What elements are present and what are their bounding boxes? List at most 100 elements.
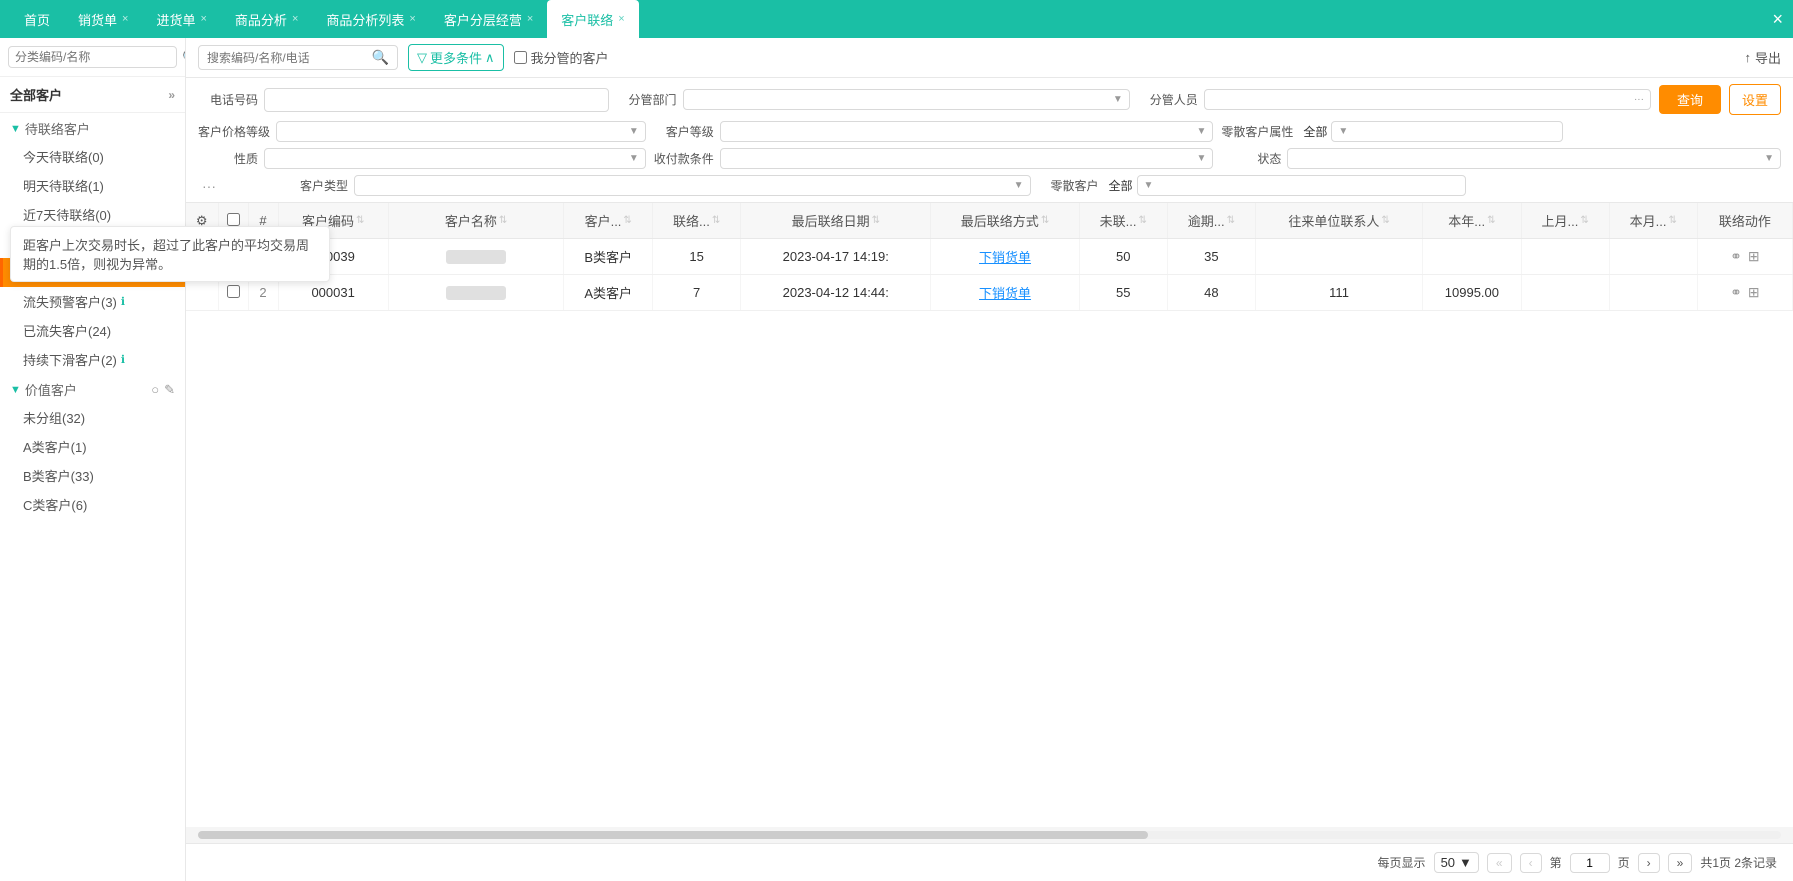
sidebar-item-class-b[interactable]: B类客户(33) <box>0 461 185 490</box>
select-all-checkbox[interactable] <box>227 213 240 226</box>
retail-customer-label: 零散客户 <box>1039 177 1099 194</box>
row2-checkbox[interactable] <box>227 285 240 298</box>
payment-select[interactable]: ▼ <box>720 148 1214 169</box>
col-level[interactable]: 客户... ⇅ <box>564 203 653 239</box>
person-select[interactable]: ··· <box>1204 89 1651 110</box>
col-un-contact[interactable]: 未联... ⇅ <box>1079 203 1167 239</box>
sort-icon-last-date[interactable]: ⇅ <box>872 215 880 226</box>
col-last-month[interactable]: 上月... ⇅ <box>1521 203 1609 239</box>
row2-this-year: 10995.00 <box>1423 275 1521 311</box>
filter-customer-type: 客户类型 ▼ <box>288 175 1031 196</box>
first-page-btn[interactable]: « <box>1487 853 1512 873</box>
col-overdue[interactable]: 逾期... ⇅ <box>1167 203 1255 239</box>
sidebar-item-class-a[interactable]: A类客户(1) <box>0 432 185 461</box>
my-customers-checkbox[interactable] <box>514 51 527 64</box>
sidebar-item-already-lost[interactable]: 已流失客户(24) <box>0 316 185 345</box>
nav-item-product-list[interactable]: 商品分析列表 × <box>312 0 429 38</box>
group-value-edit-icon[interactable]: ○ <box>151 382 159 398</box>
more-conditions-arrow: ∧ <box>485 50 495 66</box>
status-select[interactable]: ▼ <box>1287 148 1781 169</box>
sort-icon-contact[interactable]: ⇅ <box>712 215 720 226</box>
sort-icon-this-year[interactable]: ⇅ <box>1487 215 1495 226</box>
sort-icon-level[interactable]: ⇅ <box>623 215 631 226</box>
sidebar-item-today[interactable]: 今天待联络(0) <box>0 142 185 171</box>
sidebar-item-hold-down[interactable]: 持续下滑客户(2) ℹ <box>0 345 185 374</box>
sidebar-item-7days[interactable]: 近7天待联络(0) <box>0 200 185 229</box>
phone-input[interactable] <box>264 88 609 112</box>
sort-icon-code[interactable]: ⇅ <box>356 215 364 226</box>
row1-last-method-link[interactable]: 下销货单 <box>979 250 1031 265</box>
horizontal-scrollbar[interactable] <box>198 831 1781 839</box>
row1-link-icon[interactable]: ⚭ <box>1730 248 1742 265</box>
my-customers-checkbox-label[interactable]: 我分管的客户 <box>514 48 609 67</box>
window-close-button[interactable]: × <box>1772 10 1783 28</box>
row2-last-method[interactable]: 下销货单 <box>931 275 1079 311</box>
price-level-select[interactable]: ▼ <box>276 121 646 142</box>
filter-dots[interactable]: ··· <box>198 178 220 194</box>
nav-item-sales[interactable]: 销货单 × <box>64 0 142 38</box>
col-this-year[interactable]: 本年... ⇅ <box>1423 203 1521 239</box>
lost-preview-info-icon[interactable]: ℹ <box>121 295 125 308</box>
nav-item-purchase[interactable]: 进货单 × <box>142 0 220 38</box>
arrow-icon: ▼ <box>10 123 21 135</box>
gender-select[interactable]: ▼ <box>264 148 646 169</box>
sidebar-item-ungroued[interactable]: 未分组(32) <box>0 403 185 432</box>
nav-close-product-list[interactable]: × <box>409 13 415 25</box>
nav-close-sales[interactable]: × <box>122 13 128 25</box>
top-navigation: 首页 销货单 × 进货单 × 商品分析 × 商品分析列表 × 客户分层经营 × … <box>0 0 1793 38</box>
nav-item-product-analysis[interactable]: 商品分析 × <box>221 0 312 38</box>
customer-type-select[interactable]: ▼ <box>354 175 1031 196</box>
sidebar-collapse-btn[interactable]: » <box>168 88 175 102</box>
retail-attr-select[interactable]: ▼ <box>1331 121 1563 142</box>
nav-item-customer-segmentation[interactable]: 客户分层经营 × <box>430 0 547 38</box>
sidebar-item-class-c[interactable]: C类客户(6) <box>0 490 185 519</box>
nav-item-home[interactable]: 首页 <box>10 0 64 38</box>
row1-last-method[interactable]: 下销货单 <box>931 239 1079 275</box>
row2-link-icon[interactable]: ⚭ <box>1730 284 1742 301</box>
group-value-settings-icon[interactable]: ✎ <box>164 382 175 398</box>
sidebar-group-pending[interactable]: ▼ 待联络客户 <box>0 113 185 142</box>
more-conditions-btn[interactable]: ▽ 更多条件 ∧ <box>408 44 504 71</box>
col-last-method[interactable]: 最后联络方式 ⇅ <box>931 203 1079 239</box>
sort-icon-overdue[interactable]: ⇅ <box>1227 215 1235 226</box>
retail-customer-select[interactable]: ▼ <box>1137 175 1466 196</box>
query-button[interactable]: 查询 <box>1659 85 1721 114</box>
sidebar-search-input[interactable] <box>8 46 177 68</box>
page-number-input[interactable] <box>1570 853 1610 873</box>
row2-last-method-link[interactable]: 下销货单 <box>979 286 1031 301</box>
sort-icon-contact-person[interactable]: ⇅ <box>1381 215 1389 226</box>
nav-item-customer-contact[interactable]: 客户联络 × <box>547 0 638 38</box>
customer-level-select[interactable]: ▼ <box>720 121 1214 142</box>
hold-down-info-icon[interactable]: ℹ <box>121 353 125 366</box>
col-this-month[interactable]: 本月... ⇅ <box>1609 203 1697 239</box>
filter-bar: 🔍 ▽ 更多条件 ∧ 我分管的客户 ↑ 导出 <box>186 38 1793 78</box>
row2-grid-icon[interactable]: ⊞ <box>1748 284 1760 301</box>
nav-close-product-analysis[interactable]: × <box>292 13 298 25</box>
sidebar-item-lost-preview[interactable]: 流失预警客户(3) ℹ <box>0 287 185 316</box>
nav-close-customer-contact[interactable]: × <box>618 13 624 25</box>
page-size-select[interactable]: 50 ▼ <box>1434 852 1479 873</box>
next-page-btn[interactable]: › <box>1638 853 1660 873</box>
sort-icon-un-contact[interactable]: ⇅ <box>1138 215 1146 226</box>
sort-icon-last-month[interactable]: ⇅ <box>1580 215 1588 226</box>
search-icon[interactable]: 🔍 <box>372 49 389 66</box>
sort-icon-last-method[interactable]: ⇅ <box>1041 215 1049 226</box>
setting-button[interactable]: 设置 <box>1729 84 1781 115</box>
col-last-date[interactable]: 最后联络日期 ⇅ <box>741 203 931 239</box>
col-contact-person[interactable]: 往来单位联系人 ⇅ <box>1255 203 1422 239</box>
prev-page-btn[interactable]: ‹ <box>1520 853 1542 873</box>
sort-icon-name[interactable]: ⇅ <box>499 215 507 226</box>
scrollbar-thumb[interactable] <box>198 831 1148 839</box>
sidebar-group-value[interactable]: ▼ 价值客户 ○ ✎ <box>0 374 185 403</box>
nav-close-customer-seg[interactable]: × <box>527 13 533 25</box>
search-input[interactable] <box>207 51 372 65</box>
col-name[interactable]: 客户名称 ⇅ <box>388 203 564 239</box>
sort-icon-this-month[interactable]: ⇅ <box>1668 215 1676 226</box>
dept-select[interactable]: ▼ <box>683 89 1130 110</box>
col-contact-count[interactable]: 联络... ⇅ <box>653 203 741 239</box>
sidebar-item-tomorrow[interactable]: 明天待联络(1) <box>0 171 185 200</box>
nav-close-purchase[interactable]: × <box>200 13 206 25</box>
last-page-btn[interactable]: » <box>1668 853 1693 873</box>
row1-grid-icon[interactable]: ⊞ <box>1748 248 1760 265</box>
export-btn[interactable]: ↑ 导出 <box>1744 48 1781 67</box>
